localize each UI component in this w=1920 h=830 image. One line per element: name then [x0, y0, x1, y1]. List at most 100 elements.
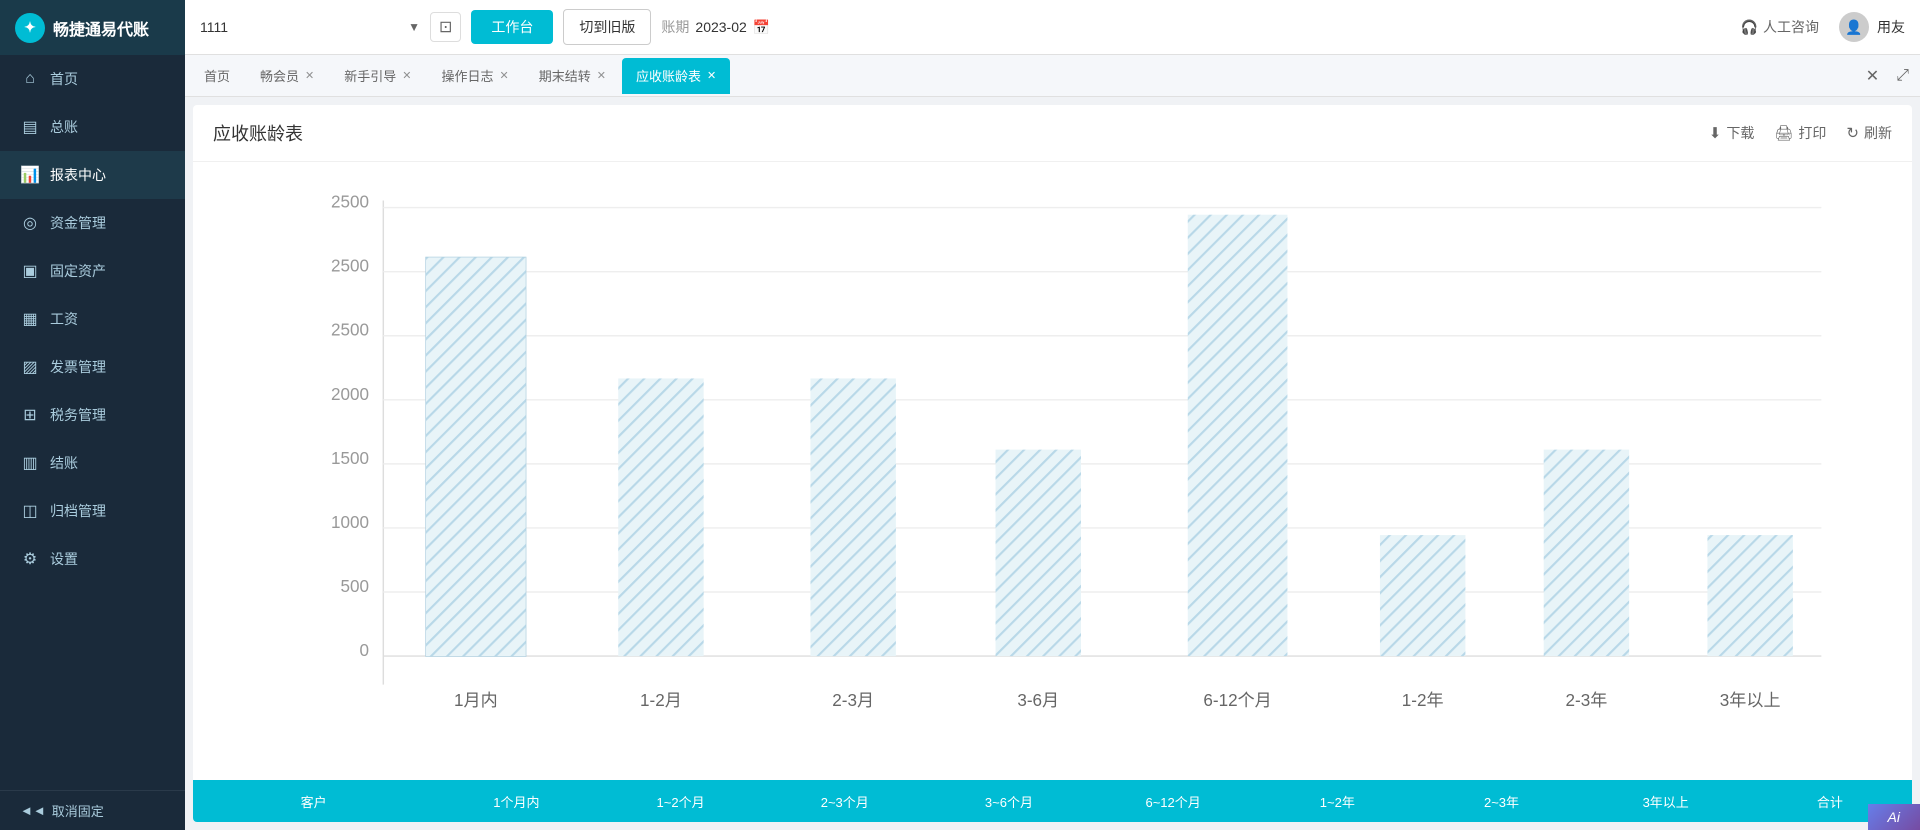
- col-2-3y: 2~3年: [1419, 792, 1583, 811]
- tab-oplog-close[interactable]: ✕: [500, 69, 509, 82]
- sidebar-item-checkout[interactable]: ▥ 结账: [0, 439, 185, 487]
- sidebar-label-salary: 工资: [50, 309, 78, 329]
- chart-container: 2500 2500 2500 2000 1500 1000 500 0: [193, 162, 1912, 780]
- user-info[interactable]: 👤 用友: [1839, 12, 1905, 42]
- archive-icon: ◫: [20, 501, 40, 521]
- tab-guide-label: 新手引导: [344, 66, 396, 85]
- logo-icon: ✦: [15, 13, 45, 43]
- col-6-12m: 6~12个月: [1091, 792, 1255, 811]
- sidebar-item-ledger[interactable]: ▤ 总账: [0, 103, 185, 151]
- svg-text:2500: 2500: [331, 193, 369, 212]
- sidebar-label-checkout: 结账: [50, 453, 78, 473]
- tab-membership[interactable]: 畅会员 ✕: [246, 58, 328, 94]
- download-icon: ⬇: [1709, 124, 1722, 142]
- col-customer: 客户: [193, 792, 434, 811]
- sidebar-label-reports: 报表中心: [50, 165, 106, 185]
- print-button[interactable]: 🖨 打印: [1774, 123, 1826, 143]
- headset-icon: 🎧: [1741, 19, 1758, 36]
- funds-icon: ◎: [20, 213, 40, 233]
- close-tab-button[interactable]: ✕: [1860, 62, 1885, 90]
- table-header: 客户 1个月内 1~2个月 2~3个月 3~6个月 6~12个月 1~2年 2~…: [193, 780, 1912, 822]
- tab-membership-close[interactable]: ✕: [305, 69, 314, 82]
- user-avatar: 👤: [1839, 12, 1869, 42]
- consultation-button[interactable]: 🎧 人工咨询: [1741, 17, 1819, 37]
- col-1m: 1个月内: [434, 792, 598, 811]
- tabs-actions: ✕ ⤢: [1860, 62, 1915, 90]
- bar-chart: 2500 2500 2500 2000 1500 1000 500 0: [213, 172, 1892, 770]
- tax-icon: ⊞: [20, 405, 40, 425]
- sidebar-label-settings: 设置: [50, 549, 78, 569]
- company-name: 1111: [200, 19, 400, 35]
- page-title: 应收账龄表: [213, 120, 303, 146]
- salary-icon: ▦: [20, 309, 40, 329]
- main-area: 1111 ▼ ⊡ 工作台 切到旧版 账期 2023-02 📅 🎧 人工咨询 👤 …: [185, 0, 1920, 830]
- tab-guide-close[interactable]: ✕: [402, 69, 411, 82]
- tab-membership-label: 畅会员: [260, 66, 299, 85]
- workbench-button[interactable]: 工作台: [471, 10, 553, 44]
- tab-period-close-close[interactable]: ✕: [597, 69, 606, 82]
- header-right: 🎧 人工咨询 👤 用友: [1741, 12, 1905, 42]
- refresh-label: 刷新: [1864, 123, 1892, 143]
- sidebar-item-reports[interactable]: 📊 报表中心: [0, 151, 185, 199]
- tab-oplog[interactable]: 操作日志 ✕: [427, 58, 522, 94]
- tab-ar-aging[interactable]: 应收账龄表 ✕: [622, 58, 730, 94]
- sidebar-label-funds: 资金管理: [50, 213, 106, 233]
- period-label-text: 账期: [661, 17, 689, 37]
- user-name: 用友: [1877, 17, 1905, 37]
- checkout-icon: ▥: [20, 453, 40, 473]
- download-button[interactable]: ⬇ 下载: [1709, 123, 1755, 143]
- sidebar-label-tax: 税务管理: [50, 405, 106, 425]
- page-header: 应收账龄表 ⬇ 下载 🖨 打印 ↻ 刷新: [193, 105, 1912, 162]
- sidebar-item-settings[interactable]: ⚙ 设置: [0, 535, 185, 583]
- settings-icon: ⚙: [20, 549, 40, 569]
- svg-text:2500: 2500: [331, 257, 369, 276]
- svg-text:1-2月: 1-2月: [640, 691, 682, 710]
- tab-home-label: 首页: [204, 66, 230, 85]
- svg-text:1500: 1500: [331, 449, 369, 468]
- tab-oplog-label: 操作日志: [441, 66, 493, 85]
- svg-text:0: 0: [360, 641, 370, 660]
- sidebar-item-assets[interactable]: ▣ 固定资产: [0, 247, 185, 295]
- copy-button[interactable]: ⊡: [430, 12, 461, 42]
- sidebar-label-ledger: 总账: [50, 117, 78, 137]
- tab-guide[interactable]: 新手引导 ✕: [330, 58, 425, 94]
- tab-period-close[interactable]: 期末结转 ✕: [525, 58, 620, 94]
- sidebar: ✦ 畅捷通易代账 ⌂ 首页 ▤ 总账 📊 报表中心 ◎ 资金管理 ▣ 固定资产 …: [0, 0, 185, 830]
- expand-tab-button[interactable]: ⤢: [1890, 63, 1915, 89]
- period-info: 账期 2023-02 📅: [661, 17, 770, 37]
- sidebar-item-funds[interactable]: ◎ 资金管理: [0, 199, 185, 247]
- svg-text:3-6月: 3-6月: [1017, 691, 1059, 710]
- svg-text:6-12个月: 6-12个月: [1203, 691, 1271, 710]
- svg-text:1-2年: 1-2年: [1402, 691, 1444, 710]
- tab-home[interactable]: 首页: [190, 58, 244, 94]
- svg-text:3年以上: 3年以上: [1720, 691, 1781, 710]
- company-selector[interactable]: 1111 ▼: [200, 19, 420, 35]
- switch-version-button[interactable]: 切到旧版: [563, 9, 651, 45]
- col-1-2y: 1~2年: [1255, 792, 1419, 811]
- sidebar-item-invoice[interactable]: ▨ 发票管理: [0, 343, 185, 391]
- cancel-pin-button[interactable]: ◄◄ 取消固定: [0, 790, 185, 830]
- tab-ar-aging-close[interactable]: ✕: [707, 69, 716, 82]
- content-area: 应收账龄表 ⬇ 下载 🖨 打印 ↻ 刷新: [193, 105, 1912, 822]
- sidebar-label-archive: 归档管理: [50, 501, 106, 521]
- company-dropdown-arrow[interactable]: ▼: [408, 20, 420, 34]
- download-label: 下载: [1726, 123, 1754, 143]
- tab-period-close-label: 期末结转: [539, 66, 591, 85]
- sidebar-item-salary[interactable]: ▦ 工资: [0, 295, 185, 343]
- svg-text:500: 500: [341, 577, 369, 596]
- svg-text:2-3月: 2-3月: [832, 691, 874, 710]
- reports-icon: 📊: [20, 165, 40, 185]
- calendar-icon[interactable]: 📅: [753, 19, 770, 36]
- sidebar-label-home: 首页: [50, 69, 78, 89]
- ai-badge[interactable]: Ai: [1868, 804, 1920, 830]
- invoice-icon: ▨: [20, 357, 40, 377]
- svg-text:2000: 2000: [331, 385, 369, 404]
- refresh-button[interactable]: ↻ 刷新: [1846, 123, 1892, 143]
- sidebar-nav: ⌂ 首页 ▤ 总账 📊 报表中心 ◎ 资金管理 ▣ 固定资产 ▦ 工资 ▨ 发票…: [0, 55, 185, 790]
- sidebar-item-tax[interactable]: ⊞ 税务管理: [0, 391, 185, 439]
- refresh-icon: ↻: [1846, 124, 1859, 142]
- col-2-3m: 2~3个月: [763, 792, 927, 811]
- sidebar-item-home[interactable]: ⌂ 首页: [0, 55, 185, 103]
- sidebar-item-archive[interactable]: ◫ 归档管理: [0, 487, 185, 535]
- app-name: 畅捷通易代账: [53, 16, 149, 40]
